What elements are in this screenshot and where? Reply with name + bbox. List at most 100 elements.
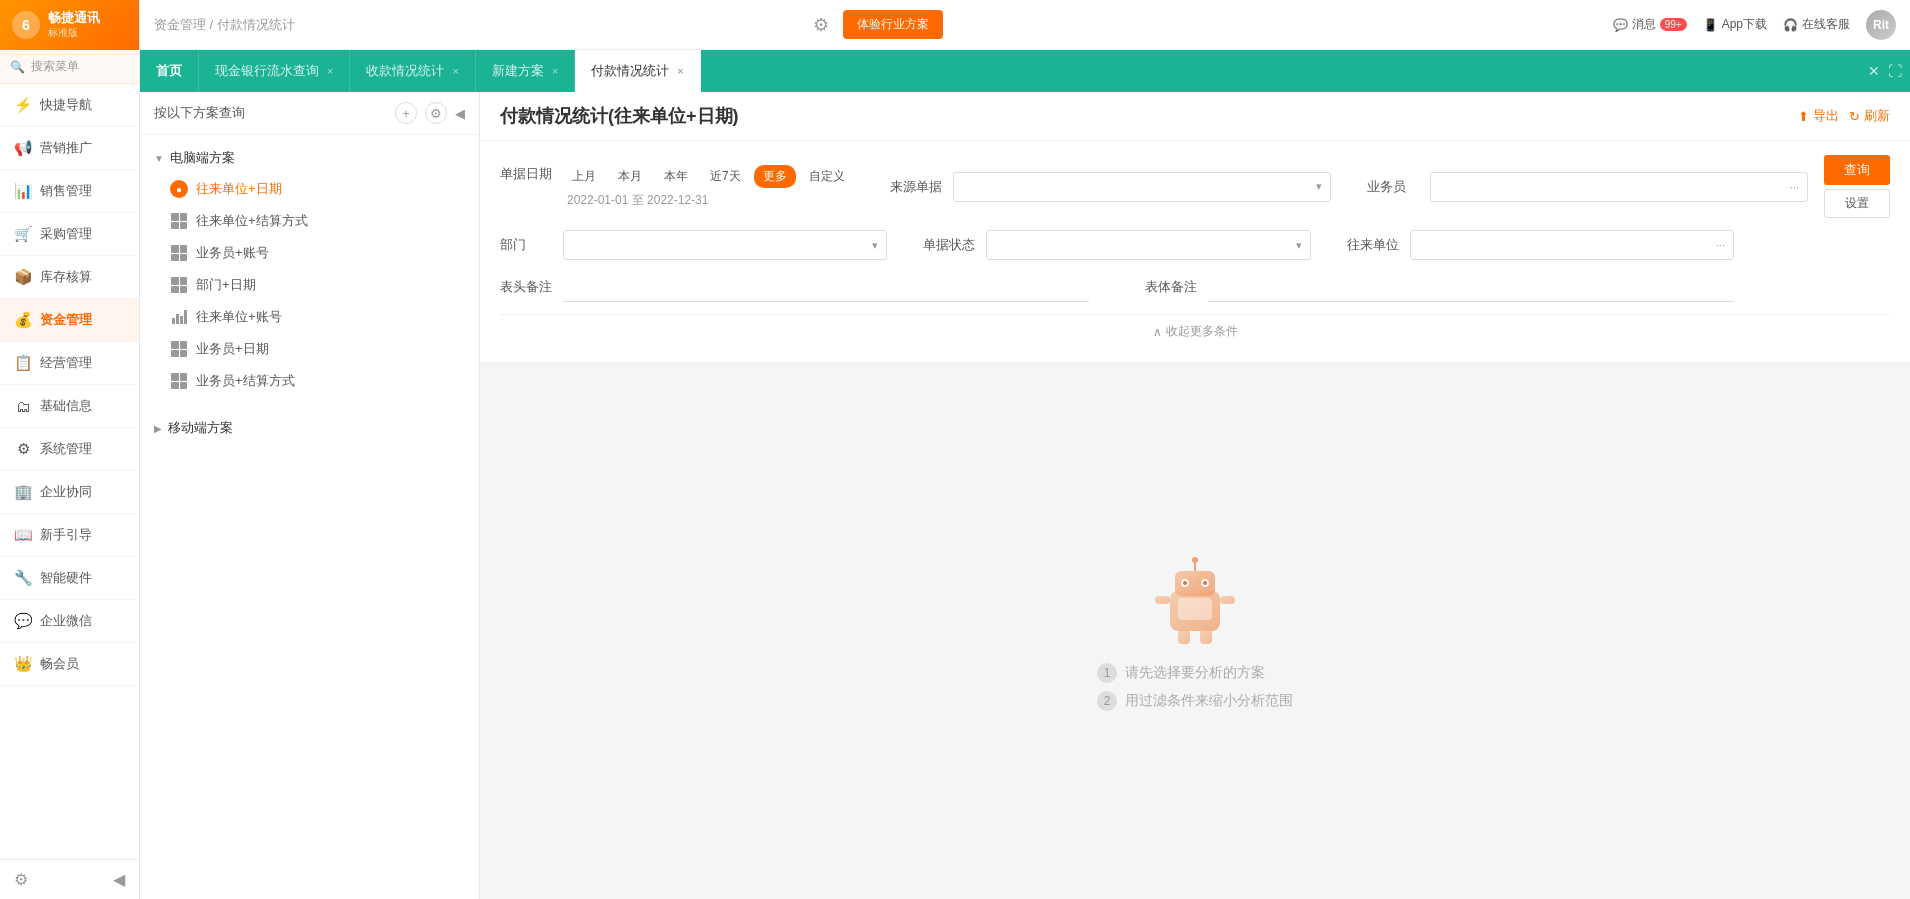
window-close-icon[interactable]: ✕: [1868, 63, 1880, 79]
svg-rect-12: [1178, 598, 1212, 620]
mobile-group-header[interactable]: ▶ 移动端方案: [140, 413, 479, 443]
empty-tips: 1 请先选择要分析的方案 2 用过滤条件来缩小分析范围: [1097, 663, 1293, 711]
search-menu[interactable]: 🔍 搜索菜单: [0, 50, 139, 84]
export-btn[interactable]: ⬆ 导出: [1798, 107, 1839, 125]
query-button[interactable]: 查询: [1824, 155, 1890, 185]
sidebar-item-basic-info[interactable]: 🗂 基础信息: [0, 385, 139, 428]
dept-select[interactable]: ▾: [563, 230, 887, 260]
app-download-btn[interactable]: 📱 App下载: [1703, 16, 1767, 33]
sidebar-item-purchase[interactable]: 🛒 采购管理: [0, 213, 139, 256]
scheme-item-salesperson-settle[interactable]: 业务员+结算方式: [140, 365, 479, 397]
dept-label: 部门: [500, 236, 555, 254]
sidebar-item-guide[interactable]: 📖 新手引导: [0, 514, 139, 557]
main-area: 资金管理 / 付款情况统计 ⚙ 体验行业方案 💬 消息 99+ 📱 App下载 …: [140, 0, 1910, 899]
tab-receipt-close[interactable]: ×: [452, 65, 458, 77]
logo-icon: 6: [12, 11, 40, 39]
service-btn[interactable]: 🎧 在线客服: [1783, 16, 1850, 33]
collapse-filter-btn[interactable]: ∧ 收起更多条件: [500, 314, 1890, 348]
source-select-arrow: ▾: [1316, 180, 1322, 193]
tab-bank[interactable]: 现金银行流水查询 ×: [199, 50, 350, 92]
settings-button[interactable]: 设置: [1824, 189, 1890, 218]
date-btn-this-year[interactable]: 本年: [655, 165, 697, 188]
svg-point-4: [1183, 581, 1187, 585]
smart-icon: 🔧: [14, 569, 32, 587]
sidebar-item-label: 采购管理: [40, 225, 92, 243]
scheme-settings-btn[interactable]: ⚙: [425, 102, 447, 124]
scheme-icon-partner-account: [170, 308, 188, 326]
tab-payment-label: 付款情况统计: [591, 62, 669, 80]
tabbar: 首页 现金银行流水查询 × 收款情况统计 × 新建方案 × 付款情况统计 × ✕…: [140, 50, 1910, 92]
scheme-item-salesperson-date[interactable]: 业务员+日期: [140, 333, 479, 365]
tab-receipt-label: 收款情况统计: [366, 62, 444, 80]
message-btn[interactable]: 💬 消息 99+: [1613, 16, 1687, 33]
trial-button[interactable]: 体验行业方案: [843, 10, 943, 39]
tab-new-scheme[interactable]: 新建方案 ×: [476, 50, 575, 92]
tab-home-label: 首页: [156, 62, 182, 80]
tab-home[interactable]: 首页: [140, 50, 199, 92]
partner-select[interactable]: ···: [1410, 230, 1734, 260]
scheme-item-partner-date[interactable]: ● 往来单位+日期: [140, 173, 479, 205]
enterprise-icon: 🏢: [14, 483, 32, 501]
tab-bank-close[interactable]: ×: [327, 65, 333, 77]
scheme-item-dept-date[interactable]: 部门+日期: [140, 269, 479, 301]
sidebar-item-label: 智能硬件: [40, 569, 92, 587]
desktop-group-header[interactable]: ▼ 电脑端方案: [140, 143, 479, 173]
sidebar-item-operations[interactable]: 📋 经营管理: [0, 342, 139, 385]
tab-new-scheme-close[interactable]: ×: [552, 65, 558, 77]
date-btn-custom[interactable]: 自定义: [800, 165, 854, 188]
refresh-btn[interactable]: ↻ 刷新: [1849, 107, 1890, 125]
filter-row-3: 表头备注 表体备注: [500, 272, 1890, 302]
source-select[interactable]: ▾: [953, 172, 1331, 202]
collapse-sidebar-btn[interactable]: ◀: [113, 870, 125, 889]
sidebar-logo: 6 畅捷通讯 标准版: [0, 0, 139, 50]
window-controls: ✕ ⛶: [1860, 50, 1910, 92]
note-header-label: 表头备注: [500, 278, 555, 296]
note-header-input[interactable]: [563, 272, 1089, 302]
mobile-group-label: 移动端方案: [168, 419, 233, 437]
sidebar-item-vip[interactable]: 👑 畅会员: [0, 643, 139, 686]
scheme-item-salesperson-account[interactable]: 业务员+账号: [140, 237, 479, 269]
user-avatar[interactable]: Rit: [1866, 10, 1896, 40]
date-btn-last-7[interactable]: 近7天: [701, 165, 750, 188]
note-body-input[interactable]: [1208, 272, 1734, 302]
date-btn-more[interactable]: 更多: [754, 165, 796, 188]
sidebar-item-enterprise[interactable]: 🏢 企业协同: [0, 471, 139, 514]
sidebar-item-finance[interactable]: 💰 资金管理: [0, 299, 139, 342]
sidebar-item-quick-nav[interactable]: ⚡ 快捷导航: [0, 84, 139, 127]
service-icon: 🎧: [1783, 18, 1798, 32]
sidebar-item-smart[interactable]: 🔧 智能硬件: [0, 557, 139, 600]
marketing-icon: 📢: [14, 139, 32, 157]
app-icon: 📱: [1703, 18, 1718, 32]
settings-footer-icon[interactable]: ⚙: [14, 870, 28, 889]
sidebar-item-wechat[interactable]: 💬 企业微信: [0, 600, 139, 643]
export-icon: ⬆: [1798, 109, 1809, 124]
sidebar-item-inventory[interactable]: 📦 库存核算: [0, 256, 139, 299]
salesperson-select[interactable]: ···: [1430, 172, 1808, 202]
scheme-label-partner-account: 往来单位+账号: [196, 308, 282, 326]
guide-icon: 📖: [14, 526, 32, 544]
sidebar-item-sales[interactable]: 📊 销售管理: [0, 170, 139, 213]
scheme-item-partner-account[interactable]: 往来单位+账号: [140, 301, 479, 333]
scheme-header: 按以下方案查询 + ⚙ ◀: [140, 92, 479, 135]
collapse-panel-btn[interactable]: ◀: [455, 106, 465, 121]
tab-payment-close[interactable]: ×: [677, 65, 683, 77]
tab-receipt[interactable]: 收款情况统计 ×: [350, 50, 475, 92]
tab-payment[interactable]: 付款情况统计 ×: [575, 50, 700, 92]
topbar-settings-icon[interactable]: ⚙: [813, 14, 829, 36]
svg-rect-1: [1175, 571, 1215, 596]
date-btn-last-month[interactable]: 上月: [563, 165, 605, 188]
sidebar-item-label: 新手引导: [40, 526, 92, 544]
add-scheme-btn[interactable]: +: [395, 102, 417, 124]
scheme-item-partner-settle[interactable]: 往来单位+结算方式: [140, 205, 479, 237]
sidebar-item-label: 经营管理: [40, 354, 92, 372]
window-maximize-icon[interactable]: ⛶: [1888, 63, 1902, 79]
sidebar-item-marketing[interactable]: 📢 营销推广: [0, 127, 139, 170]
doc-status-arrow: ▾: [1296, 239, 1302, 252]
date-btn-this-month[interactable]: 本月: [609, 165, 651, 188]
doc-status-select[interactable]: ▾: [986, 230, 1310, 260]
wechat-icon: 💬: [14, 612, 32, 630]
sidebar-item-system[interactable]: ⚙ 系统管理: [0, 428, 139, 471]
scheme-icon-salesperson-account: [170, 244, 188, 262]
logo-text-area: 畅捷通讯 标准版: [48, 10, 100, 40]
svg-point-7: [1192, 557, 1198, 563]
